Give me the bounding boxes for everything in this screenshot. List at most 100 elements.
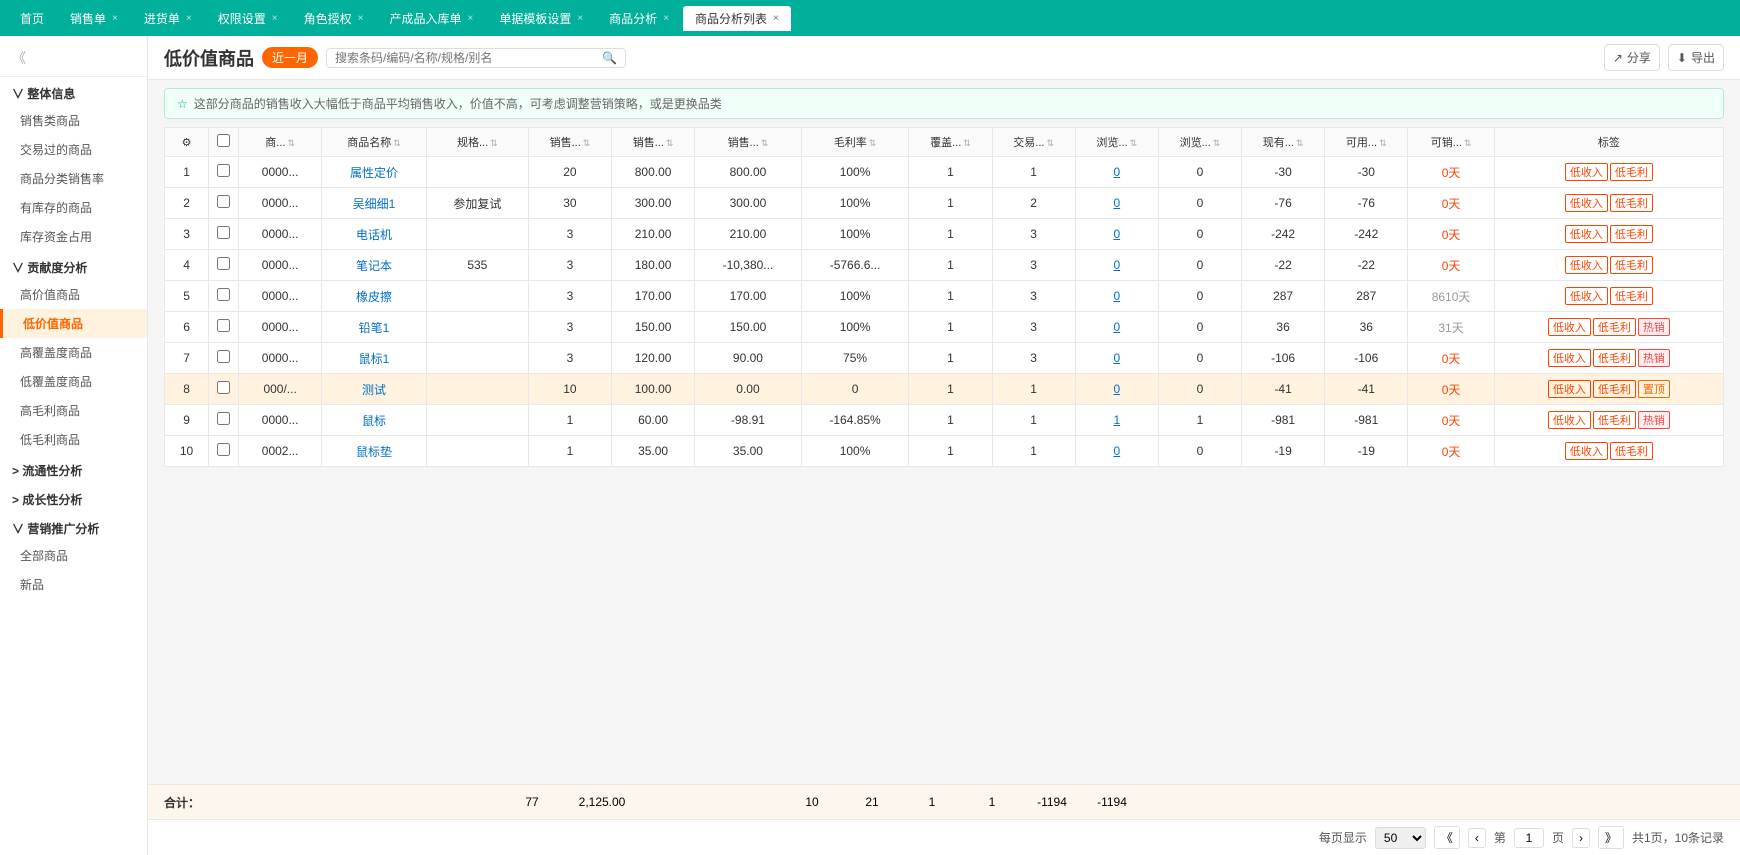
prev-page-button[interactable]: ‹ bbox=[1468, 828, 1486, 848]
sidebar-group-marketing[interactable]: ∨ 营销推广分析 bbox=[0, 512, 147, 541]
close-icon[interactable]: × bbox=[467, 13, 473, 24]
cell-name[interactable]: 鼠标垫 bbox=[322, 436, 427, 467]
col-select-all[interactable] bbox=[209, 128, 239, 157]
close-icon[interactable]: × bbox=[186, 13, 192, 24]
cell-checkbox[interactable] bbox=[209, 405, 239, 436]
row-checkbox[interactable] bbox=[217, 195, 230, 208]
close-icon[interactable]: × bbox=[773, 13, 779, 24]
nav-role-auth[interactable]: 角色授权 × bbox=[292, 6, 376, 31]
cell-view1[interactable]: 0 bbox=[1075, 219, 1158, 250]
cell-view1[interactable]: 1 bbox=[1075, 405, 1158, 436]
cell-transaction: 1 bbox=[992, 374, 1075, 405]
sidebar-item-inventory-capital[interactable]: 库存资金占用 bbox=[0, 222, 147, 251]
page-number-input[interactable] bbox=[1514, 828, 1544, 848]
cell-available: 36 bbox=[1325, 312, 1408, 343]
close-icon[interactable]: × bbox=[272, 13, 278, 24]
cell-sales-qty: 20 bbox=[528, 157, 611, 188]
sidebar-item-new-products[interactable]: 新品 bbox=[0, 570, 147, 599]
row-checkbox[interactable] bbox=[217, 226, 230, 239]
col-settings[interactable]: ⚙ bbox=[165, 128, 209, 157]
cell-checkbox[interactable] bbox=[209, 219, 239, 250]
row-checkbox[interactable] bbox=[217, 257, 230, 270]
close-icon[interactable]: × bbox=[112, 13, 118, 24]
cell-view1[interactable]: 0 bbox=[1075, 343, 1158, 374]
row-checkbox[interactable] bbox=[217, 288, 230, 301]
cell-name[interactable]: 铅笔1 bbox=[322, 312, 427, 343]
sidebar-item-high-value[interactable]: 高价值商品 bbox=[0, 280, 147, 309]
cell-checkbox[interactable] bbox=[209, 374, 239, 405]
cell-checkbox[interactable] bbox=[209, 157, 239, 188]
row-checkbox[interactable] bbox=[217, 443, 230, 456]
cell-checkbox[interactable] bbox=[209, 188, 239, 219]
cell-view1[interactable]: 0 bbox=[1075, 374, 1158, 405]
sidebar-group-overall[interactable]: ∨ 整体信息 bbox=[0, 77, 147, 106]
page-size-select[interactable]: 50 100 bbox=[1375, 827, 1426, 849]
sidebar-item-stocked-products[interactable]: 有库存的商品 bbox=[0, 193, 147, 222]
sidebar-item-category-sales-rate[interactable]: 商品分类销售率 bbox=[0, 164, 147, 193]
cell-name[interactable]: 电话机 bbox=[322, 219, 427, 250]
search-icon[interactable]: 🔍 bbox=[602, 51, 617, 65]
nav-product-analysis[interactable]: 商品分析 × bbox=[597, 6, 681, 31]
nav-template-settings[interactable]: 单据模板设置 × bbox=[487, 6, 595, 31]
row-checkbox[interactable] bbox=[217, 164, 230, 177]
nav-sales-order[interactable]: 销售单 × bbox=[58, 6, 130, 31]
cell-checkbox[interactable] bbox=[209, 281, 239, 312]
select-all-checkbox[interactable] bbox=[217, 134, 230, 147]
cell-name[interactable]: 橡皮擦 bbox=[322, 281, 427, 312]
nav-home[interactable]: 首页 bbox=[8, 6, 56, 31]
cell-name[interactable]: 笔记本 bbox=[322, 250, 427, 281]
main-content-area: 低价值商品 近一月 🔍 ↗ 分享 ⬇ 导出 ☆ 这部分商品的销售收入大幅低于商品… bbox=[148, 36, 1740, 855]
sidebar-item-low-value[interactable]: 低价值商品 bbox=[0, 309, 147, 338]
filter-button[interactable]: 近一月 bbox=[262, 47, 318, 68]
cell-view1[interactable]: 0 bbox=[1075, 281, 1158, 312]
cell-view1[interactable]: 0 bbox=[1075, 188, 1158, 219]
cell-view1[interactable]: 0 bbox=[1075, 436, 1158, 467]
cell-checkbox[interactable] bbox=[209, 436, 239, 467]
sidebar-item-all-products[interactable]: 全部商品 bbox=[0, 541, 147, 570]
cell-sales-qty: 3 bbox=[528, 250, 611, 281]
sidebar-item-low-margin[interactable]: 低毛利商品 bbox=[0, 425, 147, 454]
nav-product-analysis-list[interactable]: 商品分析列表 × bbox=[683, 6, 791, 31]
sidebar-item-high-margin[interactable]: 高毛利商品 bbox=[0, 396, 147, 425]
sidebar-item-sales-products[interactable]: 销售类商品 bbox=[0, 106, 147, 135]
cell-name[interactable]: 吴细细1 bbox=[322, 188, 427, 219]
cell-name[interactable]: 鼠标 bbox=[322, 405, 427, 436]
cell-view1[interactable]: 0 bbox=[1075, 157, 1158, 188]
cell-name[interactable]: 属性定价 bbox=[322, 157, 427, 188]
search-input[interactable] bbox=[335, 51, 598, 65]
next-page-button[interactable]: › bbox=[1572, 828, 1590, 848]
nav-product-warehousing[interactable]: 产成品入库单 × bbox=[377, 6, 485, 31]
page-title: 低价值商品 bbox=[164, 45, 254, 71]
last-page-button[interactable]: 》 bbox=[1598, 826, 1624, 849]
sidebar-group-growth[interactable]: > 成长性分析 bbox=[0, 483, 147, 512]
row-checkbox[interactable] bbox=[217, 412, 230, 425]
row-checkbox[interactable] bbox=[217, 381, 230, 394]
cell-checkbox[interactable] bbox=[209, 312, 239, 343]
sidebar-item-low-coverage[interactable]: 低覆盖度商品 bbox=[0, 367, 147, 396]
cell-checkbox[interactable] bbox=[209, 250, 239, 281]
nav-purchase-order[interactable]: 进货单 × bbox=[132, 6, 204, 31]
col-transaction: 交易...⇅ bbox=[992, 128, 1075, 157]
sidebar-item-high-coverage[interactable]: 高覆盖度商品 bbox=[0, 338, 147, 367]
close-icon[interactable]: × bbox=[577, 13, 583, 24]
cell-view1[interactable]: 0 bbox=[1075, 312, 1158, 343]
row-checkbox[interactable] bbox=[217, 350, 230, 363]
first-page-button[interactable]: 《 bbox=[1434, 826, 1460, 849]
collapse-button[interactable]: 《 bbox=[8, 44, 30, 72]
close-icon[interactable]: × bbox=[358, 13, 364, 24]
cell-view1[interactable]: 0 bbox=[1075, 250, 1158, 281]
cell-sales-qty: 1 bbox=[528, 405, 611, 436]
export-button[interactable]: ⬇ 导出 bbox=[1668, 44, 1724, 71]
sidebar-group-contribution[interactable]: ∨ 贡献度分析 bbox=[0, 251, 147, 280]
col-code: 商...⇅ bbox=[239, 128, 322, 157]
close-icon[interactable]: × bbox=[663, 13, 669, 24]
sidebar-group-circulation[interactable]: > 流通性分析 bbox=[0, 454, 147, 483]
share-button[interactable]: ↗ 分享 bbox=[1604, 44, 1660, 71]
nav-permission-settings[interactable]: 权限设置 × bbox=[206, 6, 290, 31]
cell-name[interactable]: 测试 bbox=[322, 374, 427, 405]
row-checkbox[interactable] bbox=[217, 319, 230, 332]
cell-sales-amount: 150.00 bbox=[695, 312, 802, 343]
cell-checkbox[interactable] bbox=[209, 343, 239, 374]
sidebar-item-traded-products[interactable]: 交易过的商品 bbox=[0, 135, 147, 164]
cell-name[interactable]: 鼠标1 bbox=[322, 343, 427, 374]
